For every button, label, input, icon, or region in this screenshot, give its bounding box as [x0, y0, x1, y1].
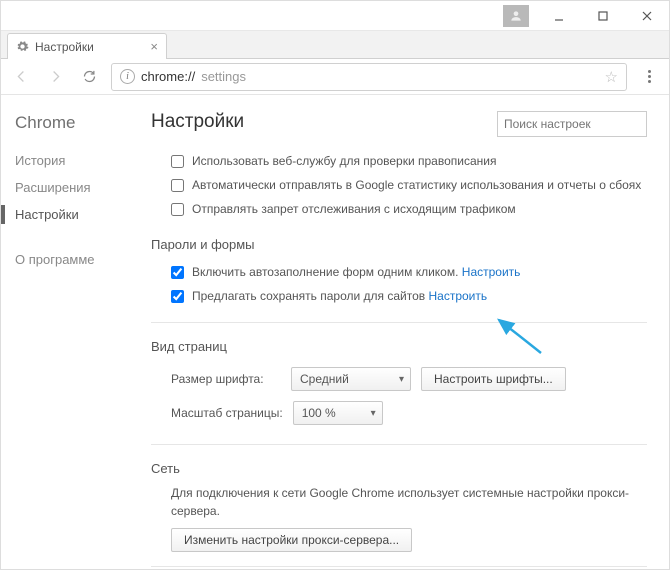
- check-spellcheck[interactable]: Использовать веб-службу для проверки пра…: [151, 149, 647, 173]
- bookmark-star-icon[interactable]: ☆: [605, 68, 618, 86]
- person-icon: [509, 9, 523, 23]
- browser-toolbar: i chrome:// settings ☆: [1, 59, 669, 95]
- checkbox[interactable]: [171, 290, 184, 303]
- checkbox[interactable]: [171, 203, 184, 216]
- window-maximize-button[interactable]: [581, 1, 625, 31]
- address-bar[interactable]: i chrome:// settings ☆: [111, 63, 627, 91]
- profile-avatar[interactable]: [503, 5, 529, 27]
- sidebar-item-history[interactable]: История: [15, 147, 121, 174]
- window-close-button[interactable]: [625, 1, 669, 31]
- checkbox[interactable]: [171, 179, 184, 192]
- divider: [151, 566, 647, 567]
- check-label: Отправлять запрет отслеживания с исходящ…: [192, 202, 516, 216]
- window-titlebar: [1, 1, 669, 31]
- divider: [151, 322, 647, 323]
- settings-content: Настройки Использовать веб-службу для пр…: [121, 95, 669, 569]
- check-label: Включить автозаполнение форм одним клико…: [192, 265, 458, 279]
- sidebar-item-about[interactable]: О программе: [15, 246, 121, 273]
- checkbox[interactable]: [171, 155, 184, 168]
- url-scheme: chrome://: [141, 69, 195, 84]
- check-label: Использовать веб-службу для проверки пра…: [192, 154, 496, 168]
- select-value: Средний: [300, 372, 349, 386]
- section-passwords-title: Пароли и формы: [151, 237, 647, 252]
- proxy-settings-button[interactable]: Изменить настройки прокси-сервера...: [171, 528, 412, 552]
- tab-strip: Настройки ×: [1, 31, 669, 59]
- browser-menu-button[interactable]: [637, 70, 661, 83]
- brand-label: Chrome: [15, 113, 121, 133]
- settings-sidebar: Chrome История Расширения Настройки О пр…: [1, 95, 121, 569]
- network-desc: Для подключения к сети Google Chrome исп…: [151, 484, 647, 520]
- check-do-not-track[interactable]: Отправлять запрет отслеживания с исходящ…: [151, 197, 647, 221]
- tab-close-icon[interactable]: ×: [150, 39, 158, 54]
- settings-page: Chrome История Расширения Настройки О пр…: [1, 95, 669, 569]
- divider: [151, 444, 647, 445]
- check-usage-stats[interactable]: Автоматически отправлять в Google статис…: [151, 173, 647, 197]
- font-size-label: Размер шрифта:: [171, 372, 281, 386]
- sidebar-item-extensions[interactable]: Расширения: [15, 174, 121, 201]
- tab-title: Настройки: [35, 40, 94, 54]
- font-size-select[interactable]: Средний: [291, 367, 411, 391]
- nav-back-button[interactable]: [9, 65, 33, 89]
- page-zoom-select[interactable]: 100 %: [293, 401, 383, 425]
- url-path: settings: [201, 69, 246, 84]
- customize-fonts-button[interactable]: Настроить шрифты...: [421, 367, 566, 391]
- select-value: 100 %: [302, 406, 336, 420]
- check-save-passwords[interactable]: Предлагать сохранять пароли для сайтов Н…: [151, 284, 647, 308]
- section-appearance-title: Вид страниц: [151, 339, 647, 354]
- passwords-configure-link[interactable]: Настроить: [428, 289, 487, 303]
- nav-reload-button[interactable]: [77, 65, 101, 89]
- autofill-configure-link[interactable]: Настроить: [462, 265, 521, 279]
- sidebar-item-settings[interactable]: Настройки: [15, 201, 121, 228]
- site-info-icon[interactable]: i: [120, 69, 135, 84]
- window-minimize-button[interactable]: [537, 1, 581, 31]
- check-label: Предлагать сохранять пароли для сайтов: [192, 289, 425, 303]
- search-settings-input[interactable]: [497, 111, 647, 137]
- check-label: Автоматически отправлять в Google статис…: [192, 178, 641, 192]
- page-heading: Настройки: [151, 111, 244, 133]
- section-network-title: Сеть: [151, 461, 647, 476]
- page-zoom-row: Масштаб страницы: 100 %: [151, 396, 647, 430]
- nav-forward-button[interactable]: [43, 65, 67, 89]
- checkbox[interactable]: [171, 266, 184, 279]
- check-autofill[interactable]: Включить автозаполнение форм одним клико…: [151, 260, 647, 284]
- browser-tab[interactable]: Настройки ×: [7, 33, 167, 59]
- font-size-row: Размер шрифта: Средний Настроить шрифты.…: [151, 362, 647, 396]
- page-zoom-label: Масштаб страницы:: [171, 406, 283, 420]
- gear-icon: [16, 40, 29, 53]
